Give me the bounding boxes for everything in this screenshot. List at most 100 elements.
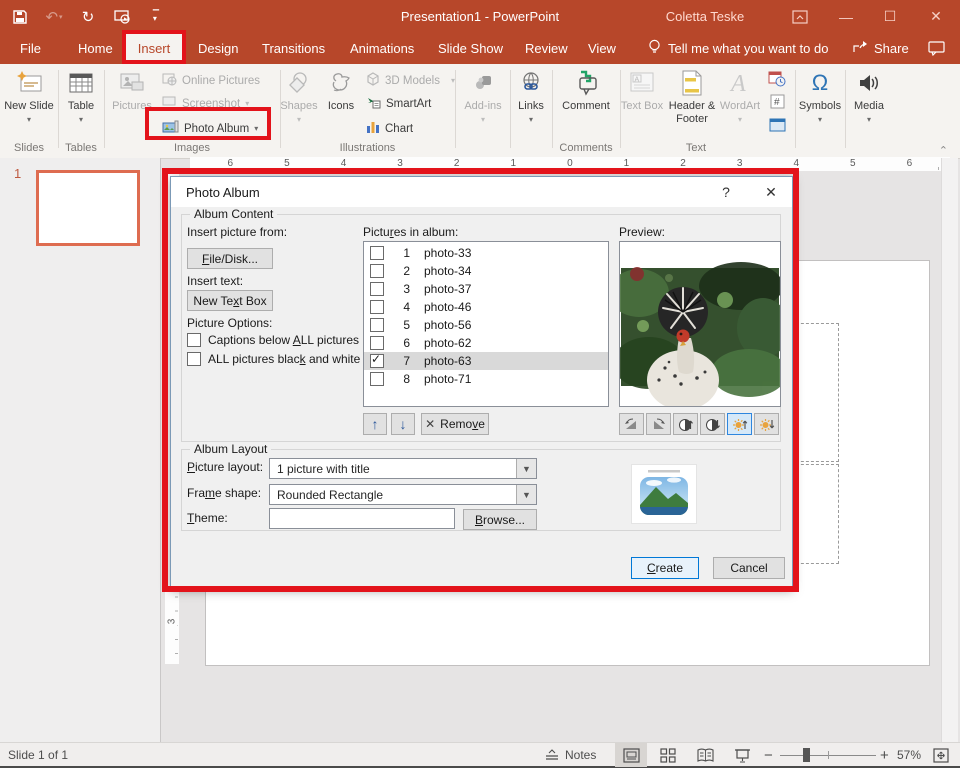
comments-pane-icon[interactable] (928, 33, 945, 64)
dialog-close-button[interactable]: ✕ (751, 177, 791, 207)
picture-checkbox[interactable] (370, 352, 384, 368)
contrast-down-button[interactable] (700, 413, 725, 435)
dialog-help-button[interactable]: ? (706, 177, 746, 207)
tab-home[interactable]: Home (68, 33, 123, 64)
list-item[interactable]: 1 photo-33 (364, 244, 608, 262)
tab-insert[interactable]: Insert (126, 33, 182, 64)
normal-view-button[interactable] (615, 743, 647, 767)
shapes-icon (286, 68, 312, 98)
smartart-button[interactable]: SmartArt (366, 93, 431, 114)
tell-me-box[interactable]: Tell me what you want to do (648, 33, 828, 64)
theme-input[interactable] (269, 508, 455, 529)
start-from-beginning-icon[interactable] (112, 7, 132, 27)
move-up-button[interactable]: ↑ (363, 413, 387, 435)
file-disk-button[interactable]: File/Disk... (187, 248, 273, 269)
tab-animations[interactable]: Animations (340, 33, 424, 64)
symbols-button[interactable]: Ω Symbols ▾ (794, 68, 846, 124)
bw-checkbox[interactable] (187, 352, 201, 366)
slide-number-button[interactable]: # (770, 91, 785, 112)
account-user-name[interactable]: Coletta Teske (640, 0, 770, 33)
list-item[interactable]: 8 photo-71 (364, 370, 608, 388)
object-button[interactable] (769, 114, 786, 135)
list-item[interactable]: 5 photo-56 (364, 316, 608, 334)
maximize-button[interactable]: ☐ (868, 0, 912, 33)
save-icon[interactable] (10, 7, 30, 27)
reading-view-button[interactable] (689, 743, 721, 767)
picture-layout-combo[interactable]: 1 picture with title ▼ (269, 458, 537, 479)
brightness-up-button[interactable] (727, 413, 752, 435)
picture-checkbox[interactable] (370, 264, 384, 278)
media-button[interactable]: Media ▾ (843, 68, 895, 124)
brightness-down-button[interactable] (754, 413, 779, 435)
slide-indicator[interactable]: Slide 1 of 1 (8, 743, 68, 767)
zoom-slider-thumb[interactable] (803, 748, 810, 762)
chevron-down-icon[interactable]: ▼ (516, 459, 536, 478)
zoom-percent[interactable]: 57% (897, 743, 921, 767)
picture-checkbox[interactable] (370, 300, 384, 314)
comment-button[interactable]: Comment (560, 68, 612, 113)
contrast-up-button[interactable] (673, 413, 698, 435)
close-button[interactable]: ✕ (914, 0, 958, 33)
move-down-button[interactable]: ↓ (391, 413, 415, 435)
rotate-right-icon (654, 418, 665, 429)
captions-checkbox-row[interactable]: Captions below ALL pictures (187, 333, 359, 347)
collapse-ribbon-icon[interactable]: ⌃ (939, 144, 948, 157)
slide-show-button[interactable] (726, 743, 758, 767)
remove-button[interactable]: ✕ Remove (421, 413, 489, 435)
tab-review[interactable]: Review (515, 33, 578, 64)
captions-checkbox[interactable] (187, 333, 201, 347)
redo-icon[interactable]: ↻ (78, 7, 98, 27)
table-button[interactable]: Table ▾ (55, 68, 107, 124)
bw-checkbox-row[interactable]: ALL pictures black and white (187, 352, 360, 366)
ruler-number: 6 (202, 157, 259, 171)
tab-design[interactable]: Design (188, 33, 248, 64)
ruler-number: 1 (484, 157, 542, 171)
list-item[interactable]: 6 photo-62 (364, 334, 608, 352)
brightness-down-icon (759, 418, 774, 431)
zoom-in-button[interactable]: + (880, 743, 889, 767)
slide-sorter-view-button[interactable] (652, 743, 684, 767)
frame-shape-combo[interactable]: Rounded Rectangle ▼ (269, 484, 537, 505)
tab-view[interactable]: View (578, 33, 626, 64)
tab-file[interactable]: File (10, 33, 51, 64)
header-footer-button[interactable]: Header & Footer (666, 68, 718, 125)
horizontal-ruler[interactable]: 6543210123456 (190, 157, 950, 171)
zoom-out-button[interactable]: − (764, 743, 773, 767)
tab-slide-show[interactable]: Slide Show (428, 33, 513, 64)
rotate-right-button[interactable] (646, 413, 671, 435)
list-item[interactable]: 7 photo-63 (364, 352, 608, 370)
rotate-left-button[interactable] (619, 413, 644, 435)
picture-checkbox[interactable] (370, 246, 384, 260)
minimize-button[interactable]: — (824, 0, 868, 33)
chevron-down-icon[interactable]: ▼ (516, 485, 536, 504)
links-button[interactable]: Links ▾ (505, 68, 557, 124)
customize-qat-icon[interactable]: ▔ ▾ (146, 7, 166, 27)
notes-button[interactable]: Notes (545, 743, 596, 767)
icons-button[interactable]: Icons (320, 68, 362, 113)
cancel-button[interactable]: Cancel (713, 557, 785, 579)
slide-1-thumbnail[interactable] (36, 170, 140, 246)
list-item[interactable]: 2 photo-34 (364, 262, 608, 280)
picture-checkbox[interactable] (370, 318, 384, 332)
date-time-button[interactable] (768, 68, 786, 89)
browse-button[interactable]: Browse... (463, 509, 537, 530)
contrast-down-icon (705, 418, 720, 431)
picture-checkbox[interactable] (370, 336, 384, 350)
tab-transitions[interactable]: Transitions (252, 33, 335, 64)
text-box-icon: A (629, 68, 655, 98)
photo-album-button[interactable]: Photo Album ▾ (162, 118, 258, 139)
dialog-title-bar[interactable]: Photo Album (171, 177, 792, 207)
picture-checkbox[interactable] (370, 282, 384, 296)
vertical-scrollbar[interactable] (941, 158, 958, 742)
list-item[interactable]: 3 photo-37 (364, 280, 608, 298)
picture-checkbox[interactable] (370, 372, 384, 386)
chart-button[interactable]: Chart (366, 118, 413, 139)
ribbon-display-options-icon[interactable] (778, 0, 822, 33)
list-item[interactable]: 4 photo-46 (364, 298, 608, 316)
new-slide-button[interactable]: New Slide ▾ (3, 68, 55, 124)
pictures-list[interactable]: 1 photo-33 2 photo-34 3 photo-37 4 photo… (363, 241, 609, 407)
share-button[interactable]: Share (852, 33, 909, 64)
new-text-box-button[interactable]: New Te x t Box (187, 290, 273, 311)
create-button[interactable]: Create (631, 557, 699, 579)
fit-slide-to-window-button[interactable] (925, 743, 957, 767)
